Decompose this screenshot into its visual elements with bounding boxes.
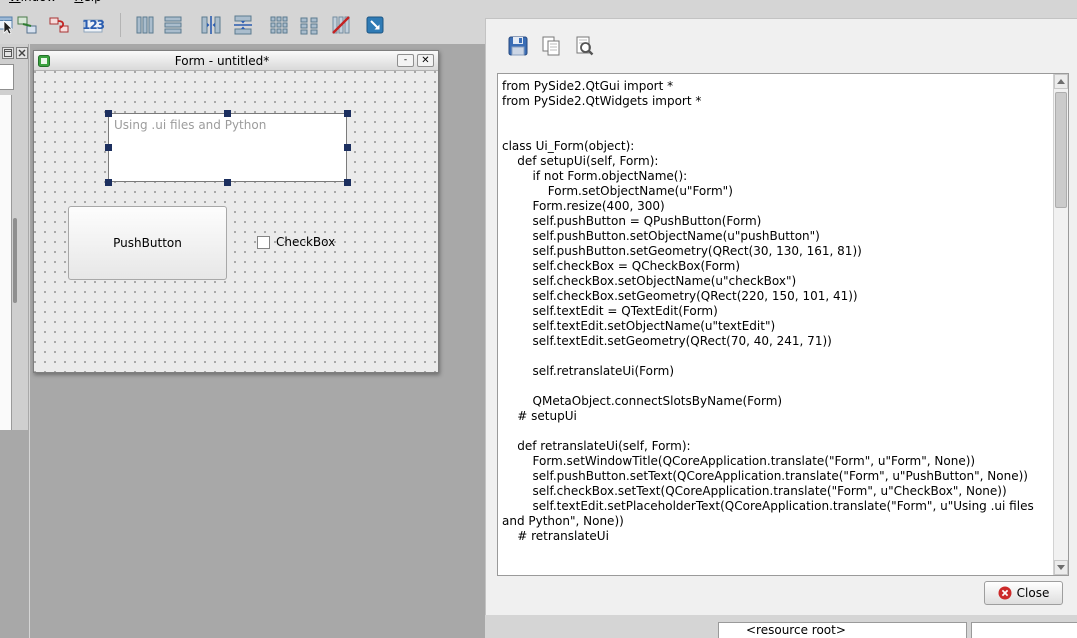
checkbox-label: CheckBox (276, 235, 335, 249)
form-window-titlebar[interactable]: Form - untitled* - ✕ (34, 51, 438, 71)
scrollbar-handle[interactable] (1055, 92, 1067, 208)
left-dock-strip (0, 44, 29, 638)
python-code-dialog: from PySide2.QtGui import * from PySide2… (485, 18, 1077, 615)
widgetbox-scrollbar[interactable] (13, 218, 17, 303)
edit-signals-slots-icon (16, 14, 38, 36)
tab-order-icon: 123 (82, 18, 104, 32)
checkbox-indicator-icon (257, 236, 270, 249)
code-text-area[interactable]: from PySide2.QtGui import * from PySide2… (497, 73, 1069, 576)
copy-icon (540, 35, 562, 57)
dialog-copy-button[interactable] (537, 32, 564, 59)
toolbar-button-edit-signals-slots[interactable] (14, 12, 40, 38)
toolbar-button-layout-grid[interactable] (266, 12, 292, 38)
selection-handle-middle-left[interactable] (105, 144, 112, 151)
layout-vertical-icon (162, 14, 184, 36)
save-icon (507, 35, 529, 57)
resource-list-panel[interactable] (971, 622, 1077, 638)
menu-help[interactable]: Help (65, 0, 110, 7)
dock-restore-button[interactable] (2, 47, 14, 59)
selection-handle-bottom-right[interactable] (344, 179, 351, 186)
menu-window[interactable]: Window (0, 0, 65, 7)
form-window-title: Form - untitled* (50, 54, 394, 68)
adjust-size-icon (364, 14, 386, 36)
selection-handle-top-left[interactable] (105, 110, 112, 117)
toolbar-button-layout-form[interactable] (296, 12, 322, 38)
toolbar-button-edit-tab-order[interactable]: 123 (80, 12, 106, 38)
toolbar-button-layout-vertically[interactable] (160, 12, 186, 38)
find-icon (573, 35, 595, 57)
mdi-workspace: Form - untitled* - ✕ Using .ui files and… (30, 44, 485, 638)
resource-tree-panel[interactable]: <resource root> (718, 622, 967, 638)
edit-buddies-icon (48, 14, 70, 36)
checkbox-widget[interactable]: CheckBox (257, 235, 335, 249)
splitter-vertical-icon (232, 14, 254, 36)
widgetbox-panel-edge (0, 95, 12, 430)
selection-handle-top-center[interactable] (224, 110, 231, 117)
form-editor-window: Form - untitled* - ✕ Using .ui files and… (33, 50, 439, 373)
dock-close-button[interactable] (16, 47, 28, 59)
scroll-down-button[interactable] (1054, 560, 1068, 575)
selection-handle-bottom-left[interactable] (105, 179, 112, 186)
designer-form-icon (38, 55, 50, 67)
bottom-dock-strip: <resource root> (485, 615, 1077, 638)
dialog-find-button[interactable] (570, 32, 597, 59)
menubar: Window Help (0, 0, 111, 7)
layout-form-icon (298, 14, 320, 36)
toolbar-button-break-layout[interactable] (328, 12, 354, 38)
form-canvas[interactable]: Using .ui files and Python PushButton Ch… (34, 71, 438, 372)
toolbar-button-layout-horizontally[interactable] (132, 12, 158, 38)
widgetbox-filter-input[interactable] (0, 64, 14, 90)
scroll-down-icon (1057, 565, 1065, 570)
break-layout-icon (330, 14, 352, 36)
textedit-widget[interactable]: Using .ui files and Python (108, 113, 347, 182)
close-button-label: Close (1017, 586, 1050, 600)
scroll-up-icon (1057, 79, 1065, 84)
toolbar-button-edit-buddies[interactable] (46, 12, 72, 38)
pushbutton-widget[interactable]: PushButton (68, 206, 227, 280)
toolbar-separator (120, 13, 121, 37)
python-code-text[interactable]: from PySide2.QtGui import * from PySide2… (498, 74, 1053, 575)
dock-restore-icon (4, 49, 12, 57)
toolbar-button-layout-horizontally-splitter[interactable] (198, 12, 224, 38)
dialog-save-button[interactable] (504, 32, 531, 59)
scroll-up-button[interactable] (1054, 74, 1068, 89)
resource-root-item[interactable]: <resource root> (746, 623, 846, 637)
dock-close-icon (18, 49, 26, 57)
form-close-button[interactable]: ✕ (417, 54, 434, 67)
selection-handle-middle-right[interactable] (344, 144, 351, 151)
form-minimize-button[interactable]: - (397, 54, 414, 67)
toolbar-button-layout-vertically-splitter[interactable] (230, 12, 256, 38)
splitter-horizontal-icon (200, 14, 222, 36)
qt-designer-application: Window Help (0, 0, 1077, 638)
dialog-close-button[interactable]: Close (984, 581, 1063, 605)
close-circle-icon (998, 586, 1012, 600)
layout-horizontal-icon (134, 14, 156, 36)
layout-grid-icon (268, 14, 290, 36)
code-vertical-scrollbar[interactable] (1053, 74, 1068, 575)
left-strip-lower-area (0, 430, 29, 638)
selection-handle-bottom-center[interactable] (224, 179, 231, 186)
toolbar-button-adjust-size[interactable] (362, 12, 388, 38)
selection-handle-top-right[interactable] (344, 110, 351, 117)
